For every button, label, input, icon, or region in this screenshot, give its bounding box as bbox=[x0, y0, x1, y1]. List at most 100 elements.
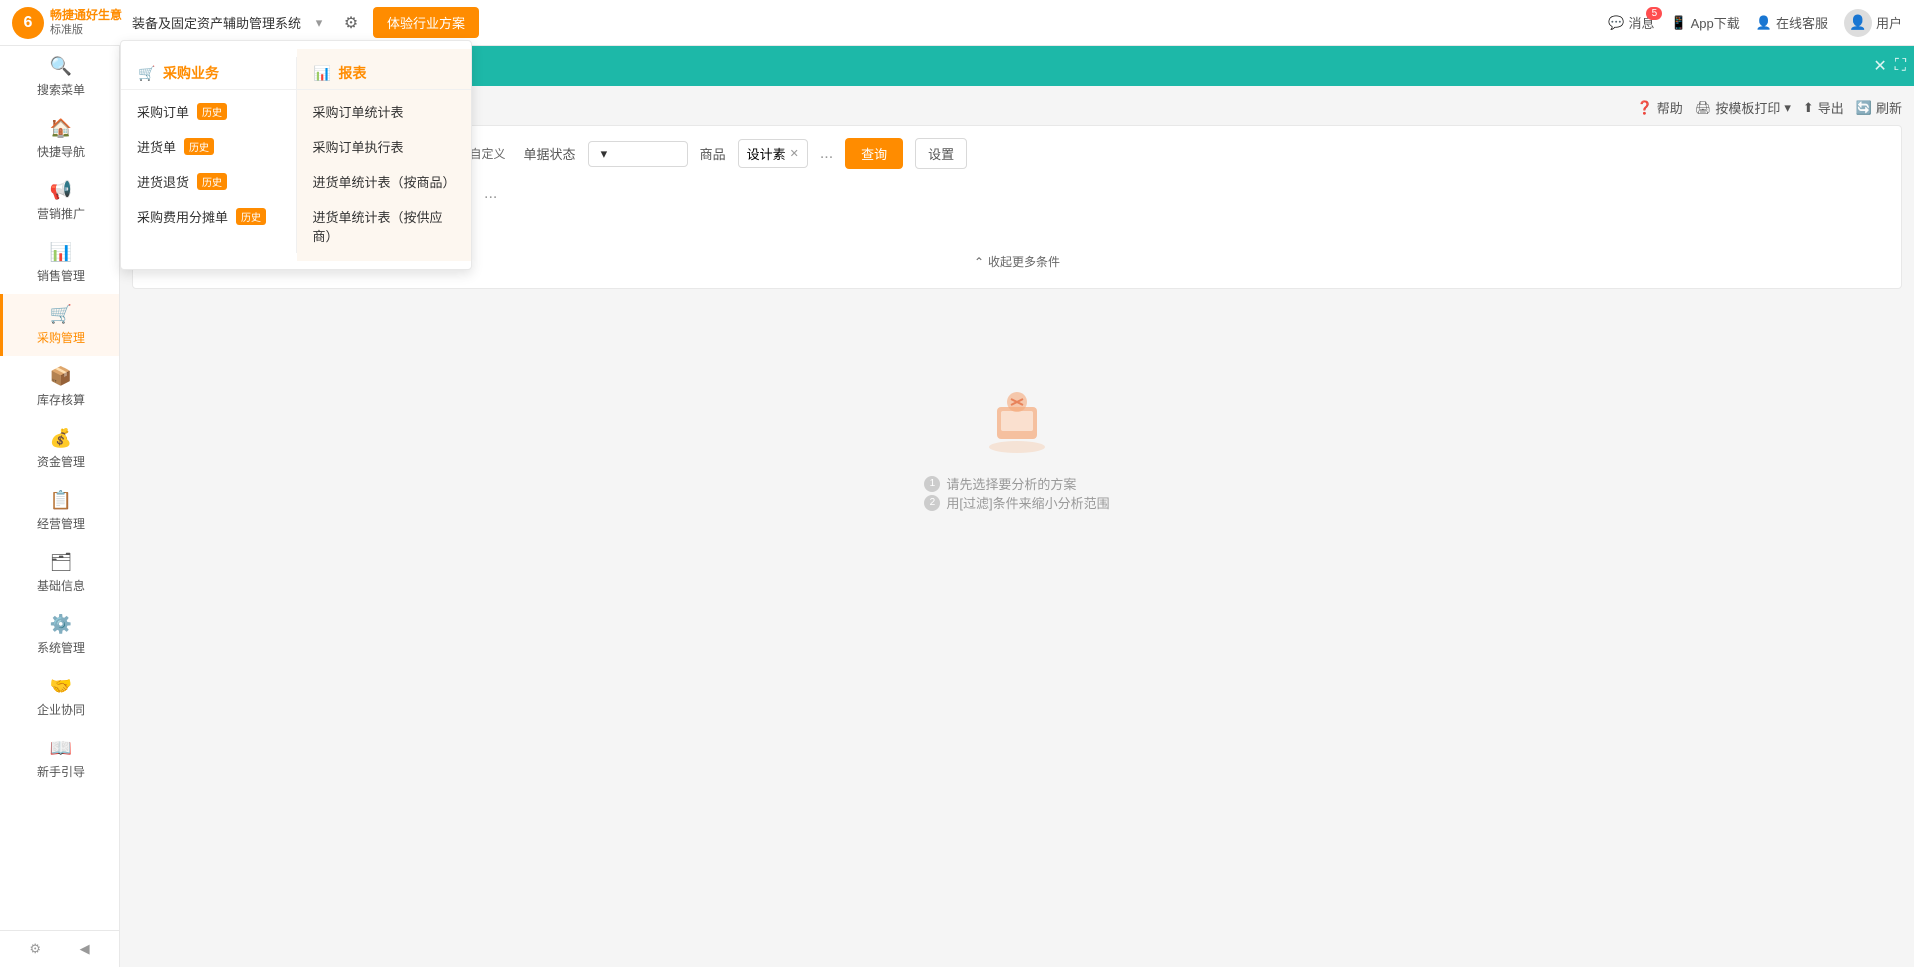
menu-item-expense-label: 采购费用分摊单 bbox=[137, 207, 228, 226]
purchase-section-title: 🛒 采购业务 bbox=[121, 57, 296, 90]
sidebar-item-finance-label: 资金管理 bbox=[37, 453, 85, 470]
refresh-item[interactable]: 🔄 刷新 bbox=[1856, 98, 1902, 117]
goods-more[interactable]: ... bbox=[820, 145, 833, 163]
purchase-section-icon: 🛒 bbox=[137, 63, 157, 83]
sidebar-item-search[interactable]: 🔍 搜索菜单 bbox=[0, 46, 119, 108]
empty-tips: 1 请先选择要分析的方案 2 用[过滤]条件来缩小分析范围 bbox=[924, 474, 1109, 512]
topbar-right: 💬 消息 5 📱 App下载 👤 在线客服 👤 用户 bbox=[1608, 9, 1902, 37]
message-icon: 💬 bbox=[1608, 15, 1624, 31]
menu-item-expense-history: 历史 bbox=[236, 208, 266, 225]
tabbar-close-icon[interactable]: ✕ bbox=[1873, 56, 1886, 76]
sidebar-item-basic-info[interactable]: 🗂 基础信息 bbox=[0, 542, 119, 604]
refresh-label: 刷新 bbox=[1876, 98, 1902, 117]
sidebar-item-marketing-label: 营销推广 bbox=[37, 205, 85, 222]
cooperation-icon: 🤝 bbox=[50, 676, 72, 697]
sidebar-item-purchase-label: 采购管理 bbox=[37, 329, 85, 346]
system-icon: ⚙️ bbox=[50, 614, 72, 635]
sidebar-item-newbie[interactable]: 📖 新手引导 bbox=[0, 728, 119, 790]
sidebar-item-inventory[interactable]: 📦 库存核算 bbox=[0, 356, 119, 418]
newbie-icon: 📖 bbox=[50, 738, 72, 759]
sidebar-item-cooperation-label: 企业协同 bbox=[37, 701, 85, 718]
logo-text: 畅捷通好生意 标准版 bbox=[50, 8, 122, 38]
sidebar-item-cooperation[interactable]: 🤝 企业协同 bbox=[0, 666, 119, 728]
query-button[interactable]: 查询 bbox=[845, 138, 903, 169]
menu-item-return[interactable]: 进货退货 历史 bbox=[121, 164, 296, 199]
sidebar-item-operations-label: 经营管理 bbox=[37, 515, 85, 532]
app-download-label: App下载 bbox=[1691, 13, 1740, 32]
export-item[interactable]: ⬆ 导出 bbox=[1803, 98, 1844, 117]
menu-item-expense[interactable]: 采购费用分摊单 历史 bbox=[121, 199, 296, 234]
empty-tip-1: 1 请先选择要分析的方案 bbox=[924, 474, 1109, 493]
logo-icon: 6 bbox=[12, 7, 44, 39]
help-item[interactable]: ❓ 帮助 bbox=[1637, 98, 1683, 117]
salesperson-more[interactable]: ... bbox=[484, 185, 497, 203]
home-icon: 🏠 bbox=[50, 118, 72, 139]
app-download-item[interactable]: 📱 App下载 bbox=[1670, 13, 1739, 32]
sidebar-item-inventory-label: 库存核算 bbox=[37, 391, 85, 408]
main-layout: 🔍 搜索菜单 🏠 快捷导航 📢 营销推广 📊 销售管理 🛒 采购管理 📦 库存核… bbox=[0, 46, 1914, 967]
collapse-chevron: ⌃ bbox=[974, 255, 984, 269]
topbar-settings-icon[interactable]: ⚙ bbox=[337, 9, 365, 37]
report-section-title-text: 报表 bbox=[339, 63, 367, 83]
menu-item-receive-history: 历史 bbox=[184, 138, 214, 155]
tabbar-right: ✕ ⛶ bbox=[1873, 56, 1906, 76]
menu-item-receive-label: 进货单 bbox=[137, 137, 176, 156]
doc-status-select[interactable]: ▾ bbox=[588, 141, 688, 167]
print-item[interactable]: 🖨 按模板打印 ▾ bbox=[1695, 98, 1791, 117]
menu-item-po-exec-label: 采购订单执行表 bbox=[313, 137, 404, 156]
sidebar-item-operations[interactable]: 📋 经营管理 bbox=[0, 480, 119, 542]
sidebar-item-purchase[interactable]: 🛒 采购管理 bbox=[0, 294, 119, 356]
tip-dot-1: 1 bbox=[924, 476, 940, 492]
sidebar-item-marketing[interactable]: 📢 营销推广 bbox=[0, 170, 119, 232]
menu-item-po[interactable]: 采购订单 历史 bbox=[121, 94, 296, 129]
menu-item-return-history: 历史 bbox=[197, 173, 227, 190]
sidebar-item-sales[interactable]: 📊 销售管理 bbox=[0, 232, 119, 294]
user-avatar: 👤 bbox=[1844, 9, 1872, 37]
sidebar-item-basic-info-label: 基础信息 bbox=[37, 577, 85, 594]
sidebar-item-quick-nav[interactable]: 🏠 快捷导航 bbox=[0, 108, 119, 170]
empty-illustration bbox=[977, 382, 1057, 462]
refresh-icon: 🔄 bbox=[1856, 100, 1872, 116]
sidebar-item-sales-label: 销售管理 bbox=[37, 267, 85, 284]
empty-tip-2-text: 用[过滤]条件来缩小分析范围 bbox=[946, 493, 1109, 512]
menu-item-po-stat[interactable]: 采购订单统计表 bbox=[297, 94, 472, 129]
menu-item-receive-by-goods[interactable]: 进货单统计表（按商品） bbox=[297, 164, 472, 199]
phone-icon: 📱 bbox=[1670, 15, 1686, 31]
system-title: 装备及固定资产辅助管理系统 bbox=[132, 13, 301, 32]
user-item[interactable]: 👤 用户 bbox=[1844, 9, 1902, 37]
message-item[interactable]: 💬 消息 5 bbox=[1608, 13, 1654, 32]
sidebar-collapse-icon[interactable]: ◀ bbox=[80, 941, 90, 957]
settings-button[interactable]: 设置 bbox=[915, 138, 967, 169]
export-label: 导出 bbox=[1818, 98, 1844, 117]
purchase-menu-section: 🛒 采购业务 采购订单 历史 进货单 历史 进货退货 历史 采购费用分摊单 bbox=[121, 49, 296, 261]
logo-area: 6 畅捷通好生意 标准版 bbox=[12, 7, 132, 39]
menu-item-receive[interactable]: 进货单 历史 bbox=[121, 129, 296, 164]
sidebar-settings-icon[interactable]: ⚙ bbox=[29, 941, 41, 957]
online-service-item[interactable]: 👤 在线客服 bbox=[1756, 13, 1828, 32]
menu-item-receive-by-supplier[interactable]: 进货单统计表（按供应商） bbox=[297, 199, 472, 253]
report-section-icon: 📊 bbox=[313, 63, 333, 83]
menu-item-return-label: 进货退货 bbox=[137, 172, 189, 191]
report-menu-section: 📊 报表 采购订单统计表 采购订单执行表 进货单统计表（按商品） 进货单统计表（… bbox=[297, 49, 472, 261]
inventory-icon: 📦 bbox=[50, 366, 72, 387]
doc-status-label: 单据状态 bbox=[524, 144, 576, 163]
goods-tag-close[interactable]: ✕ bbox=[790, 147, 799, 160]
empty-tip-2: 2 用[过滤]条件来缩小分析范围 bbox=[924, 493, 1109, 512]
tabbar-maximize-icon[interactable]: ⛶ bbox=[1895, 57, 1906, 75]
marketing-icon: 📢 bbox=[50, 180, 72, 201]
export-icon: ⬆ bbox=[1803, 100, 1814, 116]
goods-label: 商品 bbox=[700, 144, 726, 163]
menu-item-po-history: 历史 bbox=[197, 103, 227, 120]
finance-icon: 💰 bbox=[50, 428, 72, 449]
industry-button[interactable]: 体验行业方案 bbox=[373, 7, 479, 38]
user-label: 用户 bbox=[1876, 13, 1902, 32]
sidebar-item-system[interactable]: ⚙️ 系统管理 bbox=[0, 604, 119, 666]
message-badge: 5 bbox=[1646, 7, 1662, 20]
purchase-icon: 🛒 bbox=[50, 304, 72, 325]
menu-item-po-exec[interactable]: 采购订单执行表 bbox=[297, 129, 472, 164]
basic-info-icon: 🗂 bbox=[50, 552, 73, 573]
doc-status-arrow: ▾ bbox=[601, 146, 608, 162]
sidebar: 🔍 搜索菜单 🏠 快捷导航 📢 营销推广 📊 销售管理 🛒 采购管理 📦 库存核… bbox=[0, 46, 120, 967]
system-dropdown-arrow[interactable]: ▾ bbox=[309, 13, 329, 33]
sidebar-item-finance[interactable]: 💰 资金管理 bbox=[0, 418, 119, 480]
